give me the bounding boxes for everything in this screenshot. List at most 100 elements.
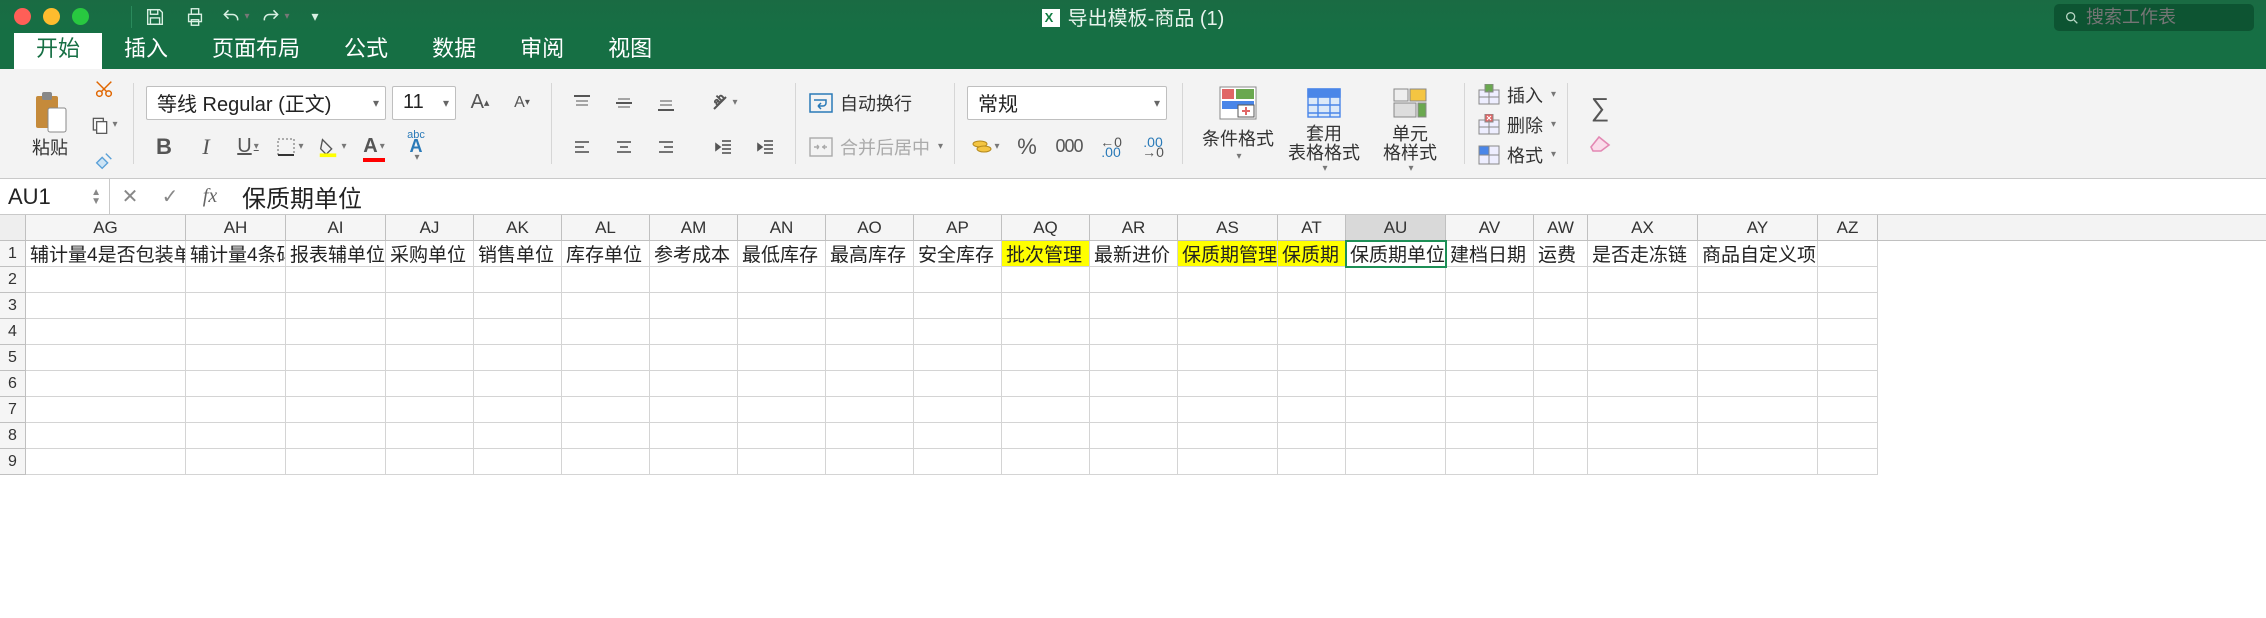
- cell-AV7[interactable]: [1446, 397, 1534, 423]
- cell-AX2[interactable]: [1588, 267, 1698, 293]
- cell-AS9[interactable]: [1178, 449, 1278, 475]
- cell-AT8[interactable]: [1278, 423, 1346, 449]
- cell-AT4[interactable]: [1278, 319, 1346, 345]
- cell-AV3[interactable]: [1446, 293, 1534, 319]
- cell-AJ7[interactable]: [386, 397, 474, 423]
- search-input[interactable]: [2086, 7, 2236, 28]
- cell-AQ4[interactable]: [1002, 319, 1090, 345]
- column-header-AW[interactable]: AW: [1534, 215, 1588, 240]
- cell-AM3[interactable]: [650, 293, 738, 319]
- cell-AH5[interactable]: [186, 345, 286, 371]
- cell-AZ7[interactable]: [1818, 397, 1878, 423]
- cell-AP8[interactable]: [914, 423, 1002, 449]
- cell-AT1[interactable]: 保质期: [1278, 241, 1346, 267]
- decrease-indent-button[interactable]: [706, 130, 742, 164]
- format-cells-button[interactable]: 格式: [1477, 140, 1556, 170]
- cell-AK2[interactable]: [474, 267, 562, 293]
- cell-AM6[interactable]: [650, 371, 738, 397]
- cell-AY2[interactable]: [1698, 267, 1818, 293]
- cell-AR1[interactable]: 最新进价: [1090, 241, 1178, 267]
- name-box[interactable]: AU1 ▲▼: [0, 179, 110, 214]
- cell-AU2[interactable]: [1346, 267, 1446, 293]
- row-header-1[interactable]: 1: [0, 241, 26, 267]
- cell-AL4[interactable]: [562, 319, 650, 345]
- cell-AY1[interactable]: 商品自定义项: [1698, 241, 1818, 267]
- cell-AX1[interactable]: 是否走冻链: [1588, 241, 1698, 267]
- cell-AZ2[interactable]: [1818, 267, 1878, 293]
- column-header-AK[interactable]: AK: [474, 215, 562, 240]
- cell-AP4[interactable]: [914, 319, 1002, 345]
- row-header-4[interactable]: 4: [0, 319, 26, 345]
- cell-AP6[interactable]: [914, 371, 1002, 397]
- cell-AH3[interactable]: [186, 293, 286, 319]
- cell-AH9[interactable]: [186, 449, 286, 475]
- spreadsheet-grid[interactable]: AGAHAIAJAKALAMANAOAPAQARASATAUAVAWAXAYAZ…: [0, 215, 2266, 475]
- cell-AV5[interactable]: [1446, 345, 1534, 371]
- cell-AR5[interactable]: [1090, 345, 1178, 371]
- cell-AY6[interactable]: [1698, 371, 1818, 397]
- bold-button[interactable]: B: [146, 130, 182, 164]
- align-top-button[interactable]: [564, 86, 600, 120]
- percent-button[interactable]: %: [1009, 130, 1045, 164]
- cell-AY4[interactable]: [1698, 319, 1818, 345]
- cell-AT5[interactable]: [1278, 345, 1346, 371]
- comma-button[interactable]: 000: [1051, 130, 1087, 164]
- align-left-button[interactable]: [564, 130, 600, 164]
- cell-AH8[interactable]: [186, 423, 286, 449]
- cell-AN2[interactable]: [738, 267, 826, 293]
- cell-AS7[interactable]: [1178, 397, 1278, 423]
- decrease-decimal-button[interactable]: .00→0: [1135, 130, 1171, 164]
- number-format-combo[interactable]: 常规▾: [967, 86, 1167, 120]
- row-header-3[interactable]: 3: [0, 293, 26, 319]
- cell-AS5[interactable]: [1178, 345, 1278, 371]
- cell-AR8[interactable]: [1090, 423, 1178, 449]
- cell-AY5[interactable]: [1698, 345, 1818, 371]
- cell-AR4[interactable]: [1090, 319, 1178, 345]
- cell-AS1[interactable]: 保质期管理: [1178, 241, 1278, 267]
- cell-AQ5[interactable]: [1002, 345, 1090, 371]
- redo-button[interactable]: [258, 3, 292, 31]
- delete-cells-button[interactable]: 删除: [1477, 110, 1556, 140]
- cell-AV1[interactable]: 建档日期: [1446, 241, 1534, 267]
- cell-AH4[interactable]: [186, 319, 286, 345]
- cell-styles-button[interactable]: 单元 格样式: [1367, 77, 1453, 174]
- cell-AG4[interactable]: [26, 319, 186, 345]
- cell-AI2[interactable]: [286, 267, 386, 293]
- cell-AJ4[interactable]: [386, 319, 474, 345]
- cell-AO8[interactable]: [826, 423, 914, 449]
- select-all-corner[interactable]: [0, 215, 26, 240]
- cell-AG3[interactable]: [26, 293, 186, 319]
- cell-AP5[interactable]: [914, 345, 1002, 371]
- column-header-AJ[interactable]: AJ: [386, 215, 474, 240]
- orientation-button[interactable]: ab: [706, 86, 742, 120]
- cell-AG7[interactable]: [26, 397, 186, 423]
- cut-button[interactable]: [86, 72, 122, 106]
- cell-AM7[interactable]: [650, 397, 738, 423]
- name-box-stepper-icon[interactable]: ▲▼: [91, 188, 101, 206]
- cell-AT3[interactable]: [1278, 293, 1346, 319]
- cell-AK8[interactable]: [474, 423, 562, 449]
- minimize-window-button[interactable]: [43, 8, 60, 25]
- cell-AP3[interactable]: [914, 293, 1002, 319]
- cell-AQ7[interactable]: [1002, 397, 1090, 423]
- cell-AT9[interactable]: [1278, 449, 1346, 475]
- cell-AP2[interactable]: [914, 267, 1002, 293]
- zoom-window-button[interactable]: [72, 8, 89, 25]
- cell-AG2[interactable]: [26, 267, 186, 293]
- column-header-AM[interactable]: AM: [650, 215, 738, 240]
- save-icon[interactable]: [138, 3, 172, 31]
- cell-AN9[interactable]: [738, 449, 826, 475]
- column-header-AR[interactable]: AR: [1090, 215, 1178, 240]
- cell-AV9[interactable]: [1446, 449, 1534, 475]
- cell-AO7[interactable]: [826, 397, 914, 423]
- row-header-7[interactable]: 7: [0, 397, 26, 423]
- cell-AN1[interactable]: 最低库存: [738, 241, 826, 267]
- cell-AQ2[interactable]: [1002, 267, 1090, 293]
- cell-AO3[interactable]: [826, 293, 914, 319]
- cell-AI7[interactable]: [286, 397, 386, 423]
- column-header-AO[interactable]: AO: [826, 215, 914, 240]
- cell-AV2[interactable]: [1446, 267, 1534, 293]
- cell-AG5[interactable]: [26, 345, 186, 371]
- cell-AW5[interactable]: [1534, 345, 1588, 371]
- cell-AH1[interactable]: 辅计量4条码: [186, 241, 286, 267]
